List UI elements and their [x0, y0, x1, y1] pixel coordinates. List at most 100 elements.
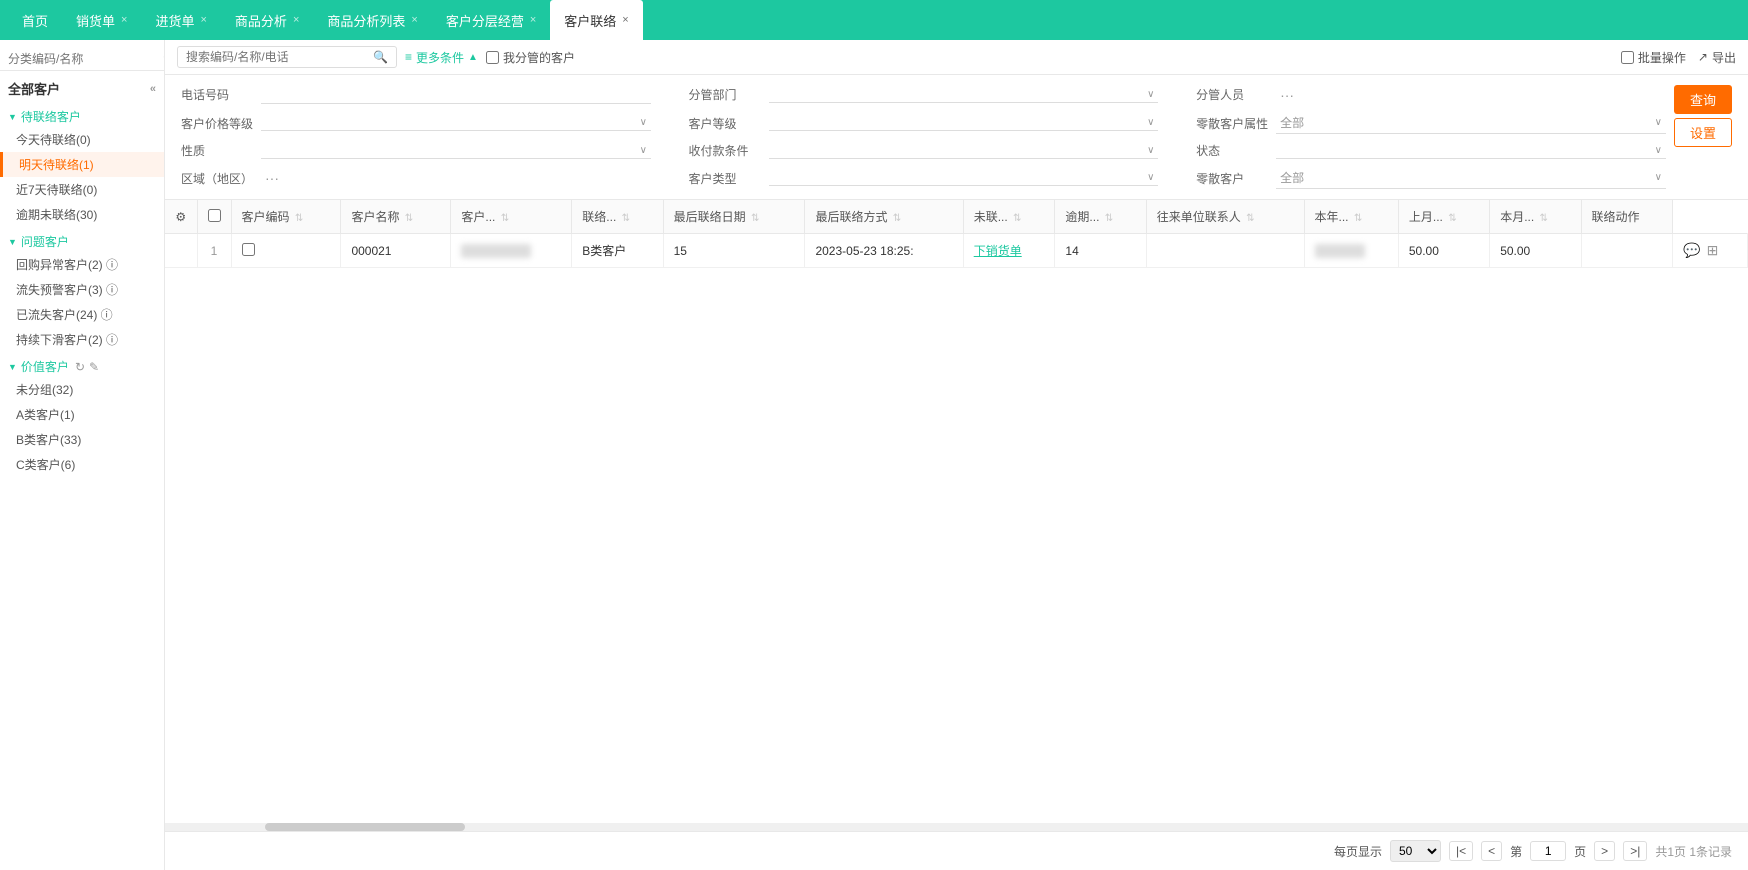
nav-home[interactable]: 首页 — [8, 0, 62, 40]
close-icon[interactable]: × — [200, 14, 206, 26]
col-header-this-month[interactable]: 本月... ⇅ — [1490, 200, 1581, 234]
col-header-contact-count[interactable]: 联络... ⇅ — [572, 200, 663, 234]
col-header-name[interactable]: 客户名称 ⇅ — [341, 200, 451, 234]
sidebar-item-class-c[interactable]: C类客户(6) — [0, 452, 164, 477]
close-icon[interactable]: × — [411, 14, 417, 26]
retail-select[interactable]: 全部 ∨ — [1276, 167, 1666, 189]
close-icon[interactable]: × — [293, 14, 299, 26]
query-button[interactable]: 查询 — [1674, 85, 1732, 114]
phone-input[interactable] — [261, 85, 651, 104]
settings-column-header[interactable]: ⚙ — [165, 200, 197, 234]
col-header-no-contact[interactable]: 未联... ⇅ — [963, 200, 1055, 234]
dept-select[interactable]: ∨ — [769, 87, 1159, 103]
filter-retail-attr: 零散客户属性 全部 ∨ — [1196, 112, 1666, 134]
chevron-down-icon: ∨ — [1655, 145, 1662, 156]
refresh-icon[interactable]: ↻ — [75, 360, 85, 374]
toolbar: 🔍 ≡ 更多条件 ▲ 我分管的客户 批量操作 ↗ 导出 — [165, 40, 1748, 75]
row-last-contact-method[interactable]: 下销货单 — [963, 234, 1055, 268]
my-customers-checkbox-label[interactable]: 我分管的客户 — [486, 49, 575, 66]
export-button[interactable]: ↗ 导出 — [1698, 49, 1736, 66]
col-header-contact-person[interactable]: 往来单位联系人 ⇅ — [1146, 200, 1304, 234]
filter-row-1: 电话号码 分管部门 ∨ 分管人员 — [181, 85, 1666, 104]
message-icon[interactable]: 💬 — [1683, 242, 1700, 259]
chevron-down-icon: ∨ — [1147, 145, 1154, 156]
batch-checkbox[interactable] — [1621, 51, 1634, 64]
settings-button[interactable]: 设置 — [1674, 118, 1732, 147]
select-all-checkbox[interactable] — [208, 209, 221, 222]
sidebar-item-overdue[interactable]: 逾期未联络(30) — [0, 202, 164, 227]
close-icon[interactable]: × — [530, 14, 536, 26]
search-input[interactable] — [186, 50, 373, 64]
col-header-last-contact-method[interactable]: 最后联络方式 ⇅ — [805, 200, 963, 234]
nav-customer-tier[interactable]: 客户分层经营 × — [432, 0, 550, 40]
row-checkbox-cell[interactable] — [231, 234, 341, 268]
filter-customer-type: 客户类型 ∨ — [689, 170, 1159, 187]
col-header-code[interactable]: 客户编码 ⇅ — [231, 200, 341, 234]
my-customers-checkbox[interactable] — [486, 51, 499, 64]
checkbox-column-header[interactable] — [197, 200, 231, 234]
sidebar-item-churned[interactable]: 已流失客户(24) ⓘ — [0, 302, 164, 327]
scrollbar-thumb[interactable] — [265, 823, 465, 831]
page-input[interactable] — [1530, 841, 1566, 861]
retail-attr-select[interactable]: 全部 ∨ — [1276, 112, 1666, 134]
row-this-month — [1581, 234, 1673, 268]
sort-icon: ⇅ — [1540, 213, 1548, 224]
filter-row-3: 性质 ∨ 收付款条件 ∨ — [181, 142, 1666, 159]
col-header-overdue[interactable]: 逾期... ⇅ — [1055, 200, 1146, 234]
row-code: 000021 — [341, 234, 451, 268]
nav-product-analysis[interactable]: 商品分析 × — [221, 0, 313, 40]
close-icon[interactable]: × — [121, 14, 127, 26]
sidebar-item-7days-pending[interactable]: 近7天待联络(0) — [0, 177, 164, 202]
nature-select[interactable]: ∨ — [261, 143, 651, 159]
sidebar-search-input[interactable] — [8, 52, 163, 66]
dots-icon[interactable]: ··· — [265, 170, 279, 186]
customer-level-select[interactable]: ∨ — [769, 115, 1159, 131]
status-select[interactable]: ∨ — [1276, 143, 1666, 159]
sort-icon: ⇅ — [1354, 213, 1362, 224]
col-header-this-year[interactable]: 本年... ⇅ — [1304, 200, 1398, 234]
contact-method-link[interactable]: 下销货单 — [974, 244, 1022, 258]
page-size-select[interactable]: 50 100 200 — [1390, 840, 1441, 862]
sidebar-item-today-pending[interactable]: 今天待联络(0) — [0, 127, 164, 152]
filter-row-2: 客户价格等级 ∨ 客户等级 ∨ — [181, 112, 1666, 134]
col-header-type[interactable]: 客户... ⇅ — [451, 200, 572, 234]
chevron-down-icon: ∨ — [1147, 117, 1154, 128]
content-area: 🔍 ≡ 更多条件 ▲ 我分管的客户 批量操作 ↗ 导出 — [165, 40, 1748, 870]
col-header-last-month[interactable]: 上月... ⇅ — [1398, 200, 1489, 234]
sidebar-item-declining[interactable]: 持续下滑客户(2) ⓘ — [0, 327, 164, 352]
last-page-button[interactable]: >| — [1623, 841, 1647, 861]
col-header-last-contact-date[interactable]: 最后联络日期 ⇅ — [663, 200, 805, 234]
nav-customer-contact[interactable]: 客户联络 × — [550, 0, 642, 40]
sidebar-item-class-a[interactable]: A类客户(1) — [0, 402, 164, 427]
sidebar-item-tomorrow-pending[interactable]: 明天待联络(1) — [0, 152, 164, 177]
sidebar-all-customers[interactable]: 全部客户 « — [0, 75, 164, 102]
sidebar-item-repurchase-abnormal[interactable]: 回购异常客户(2) ⓘ — [0, 252, 164, 277]
more-filter-button[interactable]: ≡ 更多条件 ▲ — [405, 49, 478, 66]
row-contact-count: 15 — [663, 234, 805, 268]
row-last-month: 50.00 — [1490, 234, 1581, 268]
row-settings-icon[interactable] — [165, 234, 197, 268]
nav-purchase-order[interactable]: 进货单 × — [141, 0, 220, 40]
edit-icon[interactable]: ✎ — [89, 360, 99, 374]
batch-operation-button[interactable]: 批量操作 — [1621, 49, 1686, 66]
sort-icon: ⇅ — [501, 213, 509, 224]
prev-page-button[interactable]: < — [1481, 841, 1502, 861]
payment-select[interactable]: ∨ — [769, 143, 1159, 159]
close-icon[interactable]: × — [622, 14, 628, 26]
price-level-select[interactable]: ∨ — [261, 115, 651, 131]
search-icon[interactable]: 🔍 — [373, 50, 388, 64]
dots-icon[interactable]: ··· — [1280, 87, 1294, 103]
nav-product-analysis-list[interactable]: 商品分析列表 × — [313, 0, 431, 40]
price-level-label: 客户价格等级 — [181, 115, 261, 132]
row-checkbox[interactable] — [242, 243, 255, 256]
sidebar-item-churn-warning[interactable]: 流失预警客户(3) ⓘ — [0, 277, 164, 302]
nav-sales-order[interactable]: 销货单 × — [62, 0, 141, 40]
sidebar-item-unclassified[interactable]: 未分组(32) — [0, 377, 164, 402]
grid-icon[interactable]: ⊞ — [1707, 242, 1719, 259]
first-page-button[interactable]: |< — [1449, 841, 1473, 861]
horizontal-scrollbar[interactable] — [165, 823, 1748, 831]
customer-type-select[interactable]: ∨ — [769, 170, 1159, 186]
sidebar-item-class-b[interactable]: B类客户(33) — [0, 427, 164, 452]
row-number: 1 — [197, 234, 231, 268]
next-page-button[interactable]: > — [1594, 841, 1615, 861]
